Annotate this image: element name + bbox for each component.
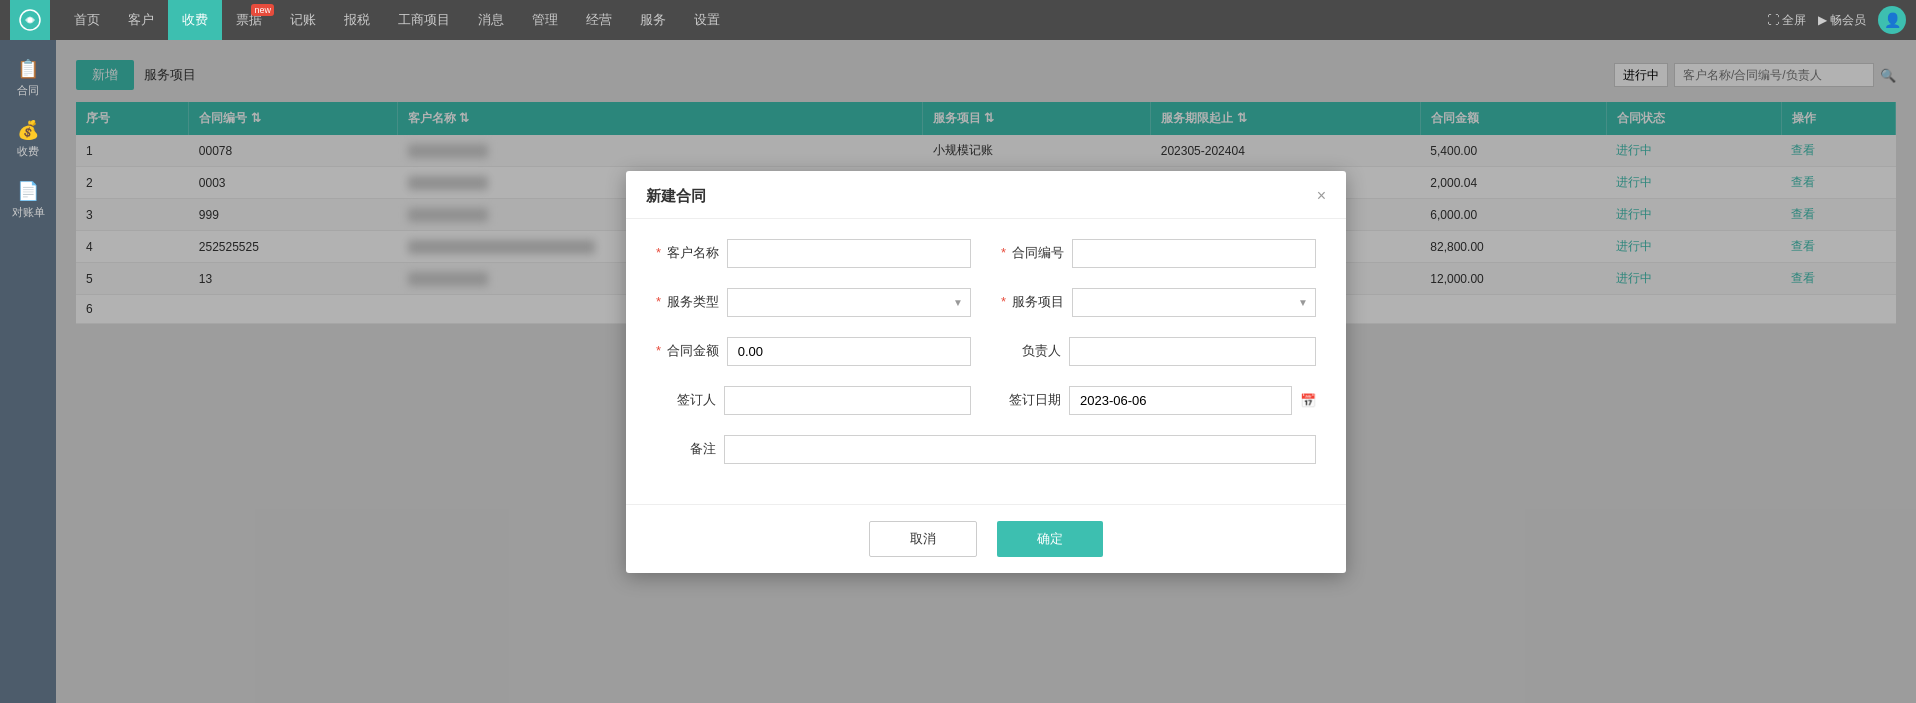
remarks-group: 备注 <box>656 435 1316 464</box>
play-icon: ▶ <box>1818 13 1827 27</box>
sidebar: 📋 合同 💰 收费 📄 对账单 <box>0 40 56 703</box>
service-type-select[interactable] <box>727 288 971 317</box>
service-item-label: * 服务项目 <box>1001 293 1064 311</box>
nav-home[interactable]: 首页 <box>60 0 114 40</box>
sign-date-input[interactable] <box>1069 386 1292 415</box>
person-in-charge-input[interactable] <box>1069 337 1316 366</box>
sidebar-item-reconcile[interactable]: 📄 对账单 <box>0 172 56 228</box>
nav-items: 首页 客户 收费 票据 new 记账 报税 工商项目 消息 管理 经营 服务 设… <box>60 0 734 40</box>
sign-date-label: 签订日期 <box>1001 391 1061 409</box>
nav-record[interactable]: 记账 <box>276 0 330 40</box>
new-badge: new <box>251 4 274 16</box>
signer-label: 签订人 <box>656 391 716 409</box>
remarks-input[interactable] <box>724 435 1316 464</box>
service-type-wrapper <box>727 288 971 317</box>
person-in-charge-label: 负责人 <box>1001 342 1061 360</box>
form-row-2: * 服务类型 * 服务项目 <box>656 288 1316 317</box>
top-nav: 首页 客户 收费 票据 new 记账 报税 工商项目 消息 管理 经营 服务 设… <box>0 0 1916 40</box>
sidebar-item-billing[interactable]: 💰 收费 <box>0 111 56 167</box>
sign-date-group: 签订日期 📅 <box>1001 386 1316 415</box>
contract-amount-group: * 合同金额 <box>656 337 971 366</box>
remarks-label: 备注 <box>656 440 716 458</box>
modal-close-button[interactable]: × <box>1317 187 1326 205</box>
nav-tax[interactable]: 报税 <box>330 0 384 40</box>
modal-title: 新建合同 <box>646 187 706 206</box>
nav-right: ⛶ 全屏 ▶ 畅会员 👤 <box>1767 6 1906 34</box>
nav-operation[interactable]: 经营 <box>572 0 626 40</box>
customer-name-label: * 客户名称 <box>656 244 719 262</box>
confirm-button[interactable]: 确定 <box>997 521 1103 557</box>
nav-settings[interactable]: 设置 <box>680 0 734 40</box>
fullscreen-icon: ⛶ <box>1767 13 1779 27</box>
form-row-3: * 合同金额 负责人 <box>656 337 1316 366</box>
service-item-wrapper <box>1072 288 1316 317</box>
contract-no-label: * 合同编号 <box>1001 244 1064 262</box>
sidebar-item-contract[interactable]: 📋 合同 <box>0 50 56 106</box>
contract-no-group: * 合同编号 <box>1001 239 1316 268</box>
nav-manage[interactable]: 管理 <box>518 0 572 40</box>
modal-overlay: 新建合同 × * 客户名称 <box>56 40 1916 703</box>
form-row-5: 备注 <box>656 435 1316 464</box>
fullscreen-button[interactable]: ⛶ 全屏 <box>1767 12 1806 29</box>
modal-body: * 客户名称 * 合同编号 <box>626 219 1346 504</box>
modal-header: 新建合同 × <box>626 171 1346 219</box>
customer-name-input[interactable] <box>727 239 971 268</box>
nav-industry[interactable]: 工商项目 <box>384 0 464 40</box>
form-row-1: * 客户名称 * 合同编号 <box>656 239 1316 268</box>
svg-point-1 <box>28 18 33 23</box>
signer-group: 签订人 <box>656 386 971 415</box>
cancel-button[interactable]: 取消 <box>869 521 977 557</box>
nav-customer[interactable]: 客户 <box>114 0 168 40</box>
contract-amount-input[interactable] <box>727 337 971 366</box>
calendar-icon[interactable]: 📅 <box>1300 393 1316 408</box>
nav-message[interactable]: 消息 <box>464 0 518 40</box>
signer-input[interactable] <box>724 386 971 415</box>
main-content: 新增 服务项目 进行中 已完成 已终止 🔍 序号 合同编号 ⇅ 客户名 <box>56 40 1916 703</box>
logo <box>10 0 50 40</box>
service-item-group: * 服务项目 <box>1001 288 1316 317</box>
nav-service[interactable]: 服务 <box>626 0 680 40</box>
user-avatar[interactable]: 👤 <box>1878 6 1906 34</box>
service-type-label: * 服务类型 <box>656 293 719 311</box>
layout: 📋 合同 💰 收费 📄 对账单 新增 服务项目 进行中 已完成 已终止 🔍 <box>0 40 1916 703</box>
contract-icon: 📋 <box>17 58 39 80</box>
modal-footer: 取消 确定 <box>626 504 1346 573</box>
contract-amount-label: * 合同金额 <box>656 342 719 360</box>
reconcile-icon: 📄 <box>17 180 39 202</box>
customer-name-group: * 客户名称 <box>656 239 971 268</box>
person-in-charge-group: 负责人 <box>1001 337 1316 366</box>
member-button[interactable]: ▶ 畅会员 <box>1818 12 1866 29</box>
form-row-4: 签订人 签订日期 📅 <box>656 386 1316 415</box>
service-type-group: * 服务类型 <box>656 288 971 317</box>
nav-ticket[interactable]: 票据 new <box>222 0 276 40</box>
new-contract-modal: 新建合同 × * 客户名称 <box>626 171 1346 573</box>
billing-icon: 💰 <box>17 119 39 141</box>
nav-billing[interactable]: 收费 <box>168 0 222 40</box>
service-item-select[interactable] <box>1072 288 1316 317</box>
contract-no-input[interactable] <box>1072 239 1316 268</box>
